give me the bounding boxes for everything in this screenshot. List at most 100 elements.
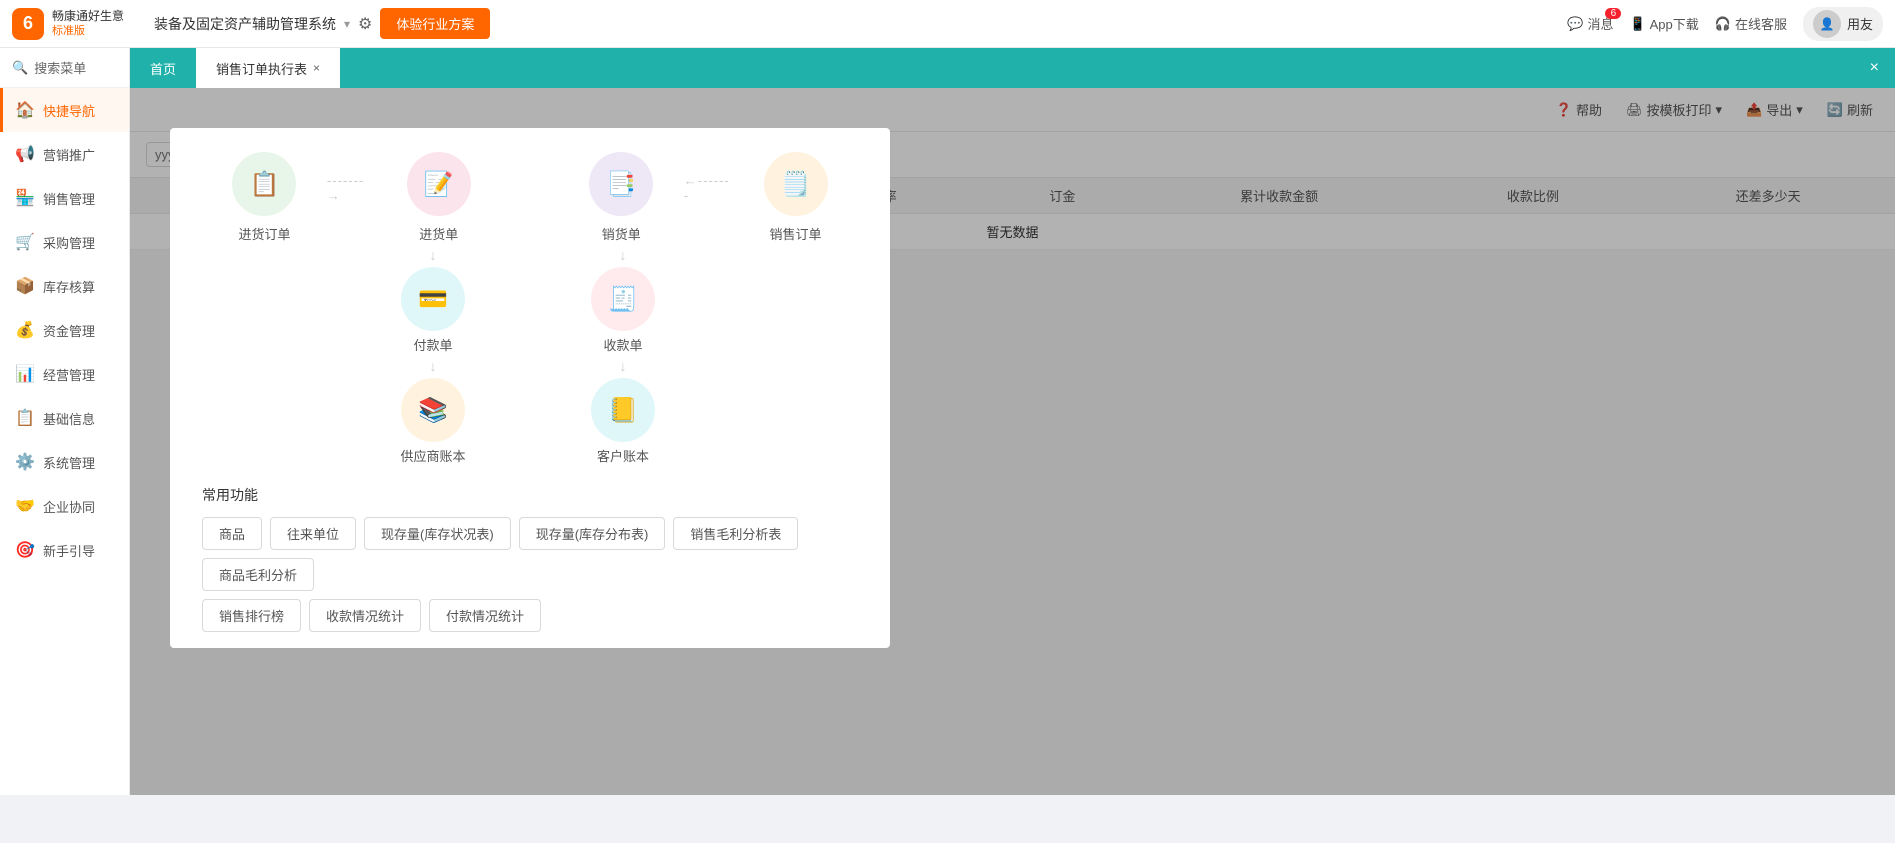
sidebar-item-quick-nav[interactable]: 🏠 快捷导航 [0, 88, 129, 132]
operations-icon: 📊 [15, 364, 35, 384]
down-arrow-receipt: ↓ [620, 247, 627, 263]
message-icon: 💬 [1567, 16, 1583, 32]
supplier-ledger-circle[interactable]: 📚 [401, 378, 465, 442]
finance-icon: 💰 [15, 320, 35, 340]
tab-sales-order-exec[interactable]: 销售订单执行表 × [196, 48, 340, 88]
sales-bill-icon: 📑 [606, 170, 636, 199]
logo-area: 6 畅康通好生意 标准版 [12, 8, 142, 40]
func-btn-partners[interactable]: 往来单位 [270, 517, 356, 550]
sidebar-item-purchase[interactable]: 🛒 采购管理 [0, 220, 129, 264]
flow-row-2: ↓ 📚 供应商账本 ↓ 📒 客户账本 [202, 358, 858, 465]
settings-icon[interactable]: ⚙ [358, 14, 372, 34]
sidebar-item-label: 基础信息 [43, 409, 95, 428]
arrow-1: -------→ [327, 173, 376, 223]
func-btn-stock-dist[interactable]: 现存量(库存分布表) [519, 517, 666, 550]
sales-order-circle[interactable]: 🗒️ [764, 152, 828, 216]
message-badge: 6 [1605, 8, 1621, 19]
sidebar-item-finance[interactable]: 💰 资金管理 [0, 308, 129, 352]
common-funcs-title: 常用功能 [202, 485, 858, 505]
sidebar-item-label: 销售管理 [43, 189, 95, 208]
message-btn[interactable]: 💬 消息 6 [1567, 14, 1613, 33]
flow-node-purchase-bill: 📝 进货单 [376, 152, 501, 243]
payment-bill-label: 付款单 [413, 335, 452, 354]
sidebar-item-label: 企业协同 [43, 497, 95, 516]
sidebar-item-label: 库存核算 [43, 277, 95, 296]
payment-bill-circle[interactable]: 💳 [401, 267, 465, 331]
sidebar-item-marketing[interactable]: 📢 营销推广 [0, 132, 129, 176]
func-btn-sales-rank[interactable]: 销售排行榜 [202, 599, 301, 632]
purchase-bill-circle[interactable]: 📝 [407, 152, 471, 216]
sidebar-item-label: 快捷导航 [43, 101, 95, 120]
search-menu-label: 搜索菜单 [34, 58, 86, 77]
common-funcs-area: 常用功能 商品 往来单位 现存量(库存状况表) 现存量(库存分布表) 销售毛利分… [202, 485, 858, 632]
func-btn-sales-margin[interactable]: 销售毛利分析表 [673, 517, 798, 550]
sidebar-item-system[interactable]: ⚙️ 系统管理 [0, 440, 129, 484]
sidebar-item-label: 系统管理 [43, 453, 95, 472]
system-title-area: 装备及固定资产辅助管理系统 ▾ ⚙ 体验行业方案 [142, 8, 1567, 39]
newcomer-icon: 🎯 [15, 540, 35, 560]
app-download-label: App下载 [1650, 14, 1699, 33]
basic-info-icon: 📋 [15, 408, 35, 428]
modal-box: 📋 进货订单 -------→ 📝 进货单 [170, 128, 890, 648]
sidebar-item-basic-info[interactable]: 📋 基础信息 [0, 396, 129, 440]
dropdown-icon[interactable]: ▾ [344, 17, 350, 31]
func-btn-payment-stats[interactable]: 付款情况统计 [429, 599, 541, 632]
customer-ledger-circle[interactable]: 📒 [591, 378, 655, 442]
home-tab-label: 首页 [150, 59, 176, 78]
sales-bill-label: 销货单 [602, 224, 641, 243]
sidebar-item-label: 经营管理 [43, 365, 95, 384]
flow-col-payment: ↓ 💳 付款单 [368, 247, 498, 354]
tab-bar-close-btn[interactable]: × [1854, 59, 1895, 77]
func-btn-product[interactable]: 商品 [202, 517, 262, 550]
customer-ledger-label: 客户账本 [597, 446, 649, 465]
func-buttons-row1: 商品 往来单位 现存量(库存状况表) 现存量(库存分布表) 销售毛利分析表 商品… [202, 517, 858, 591]
sidebar-item-label: 资金管理 [43, 321, 95, 340]
flow-node-sales-bill: 📑 销货单 [559, 152, 684, 243]
sidebar-item-sales[interactable]: 🏪 销售管理 [0, 176, 129, 220]
sales-icon: 🏪 [15, 188, 35, 208]
search-menu-item[interactable]: 🔍 搜索菜单 [0, 48, 129, 88]
flow-row-1: ↓ 💳 付款单 ↓ 🧾 收款单 [202, 247, 858, 354]
online-service-label: 在线客服 [1735, 14, 1787, 33]
func-btn-receipt-stats[interactable]: 收款情况统计 [309, 599, 421, 632]
sidebar-item-newcomer[interactable]: 🎯 新手引导 [0, 528, 129, 572]
sales-bill-circle[interactable]: 📑 [589, 152, 653, 216]
system-icon: ⚙️ [15, 452, 35, 472]
online-service-btn[interactable]: 🎧 在线客服 [1715, 14, 1787, 33]
flow-row-0: 📋 进货订单 -------→ 📝 进货单 [202, 152, 858, 243]
purchase-icon: 🛒 [15, 232, 35, 252]
func-btn-stock-status[interactable]: 现存量(库存状况表) [364, 517, 511, 550]
trial-btn[interactable]: 体验行业方案 [380, 8, 490, 39]
sidebar-item-operations[interactable]: 📊 经营管理 [0, 352, 129, 396]
receipt-bill-label: 收款单 [603, 335, 642, 354]
sales-order-exec-label: 销售订单执行表 [216, 59, 307, 78]
flow-col-supplier: ↓ 📚 供应商账本 [368, 358, 498, 465]
purchase-order-circle[interactable]: 📋 [232, 152, 296, 216]
purchase-order-label: 进货订单 [238, 224, 290, 243]
supplier-ledger-label: 供应商账本 [400, 446, 465, 465]
app-download-btn[interactable]: 📱 App下载 [1629, 14, 1698, 33]
sidebar-item-inventory[interactable]: 📦 库存核算 [0, 264, 129, 308]
sidebar-item-enterprise[interactable]: 🤝 企业协同 [0, 484, 129, 528]
main-content: 首页 销售订单执行表 × × ❓ 帮助 🖨 按模板打印 ▾ 📤 导出 ▾ [130, 48, 1895, 795]
arrow-2: ←------- [684, 173, 733, 223]
flow-node-purchase-order: 📋 进货订单 [202, 152, 327, 243]
tab-home[interactable]: 首页 [130, 48, 196, 88]
tab-close-icon[interactable]: × [313, 61, 320, 75]
flow-col-customer: ↓ 📒 客户账本 [558, 358, 688, 465]
page-content: ❓ 帮助 🖨 按模板打印 ▾ 📤 导出 ▾ 🔄 刷新 📅 单据 [130, 88, 1895, 795]
sidebar-item-label: 营销推广 [43, 145, 95, 164]
receipt-bill-icon: 🧾 [608, 285, 638, 314]
enterprise-icon: 🤝 [15, 496, 35, 516]
down-arrow-payment: ↓ [430, 247, 437, 263]
receipt-bill-circle[interactable]: 🧾 [591, 267, 655, 331]
user-menu[interactable]: 👤 用友 [1803, 7, 1883, 41]
func-btn-product-margin[interactable]: 商品毛利分析 [202, 558, 314, 591]
tab-bar: 首页 销售订单执行表 × × [130, 48, 1895, 88]
supplier-ledger-icon: 📚 [418, 396, 448, 425]
logo-icon: 6 [12, 8, 44, 40]
purchase-order-icon: 📋 [250, 170, 280, 199]
flow-node-sales-order: 🗒️ 销售订单 [733, 152, 858, 243]
headset-icon: 🎧 [1715, 16, 1731, 32]
purchase-bill-icon: 📝 [424, 170, 454, 199]
